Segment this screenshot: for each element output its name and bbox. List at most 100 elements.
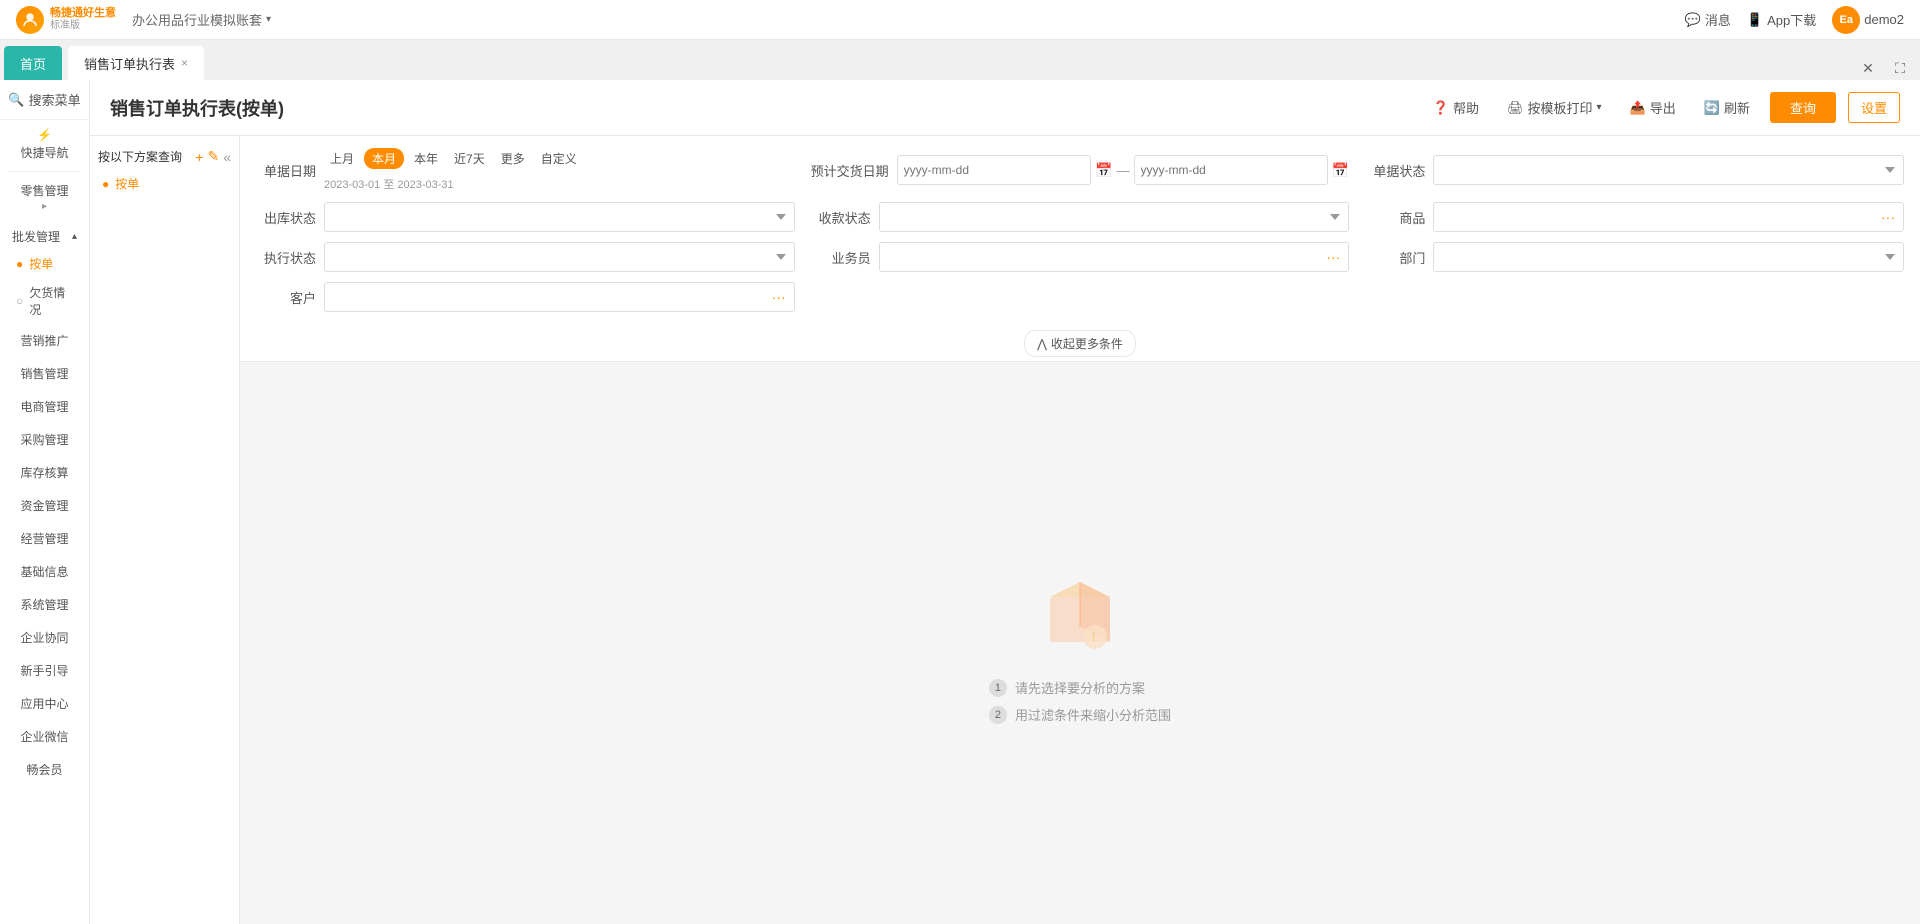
customer-input[interactable]: ··· [324,282,795,312]
exec-status-label: 执行状态 [256,248,316,267]
query-button[interactable]: 查询 [1770,92,1836,123]
exec-status-select[interactable] [324,242,795,272]
outbound-status-select[interactable] [324,202,795,232]
help-button[interactable]: ❓ 帮助 [1425,94,1487,121]
print-button[interactable]: 🖨 按模板打印 ▾ [1499,94,1610,121]
scheme-panel-header: 按以下方案查询 + ✎ « [90,144,239,169]
sidebar-divider-1 [8,171,81,172]
date-tab-this-month[interactable]: 本月 [364,148,404,169]
export-button[interactable]: 📤 导出 [1622,94,1684,121]
sidebar-item-marketing[interactable]: 营销推广 [0,324,89,357]
message-button[interactable]: 💬 消息 [1685,10,1731,29]
filter-group-sales-rep: 业务员 ··· [811,242,1350,272]
sub-item-icon: ○ [16,294,23,308]
top-bar-left: 畅捷通好生意 标准版 办公用品行业模拟账套 ▾ [16,6,279,34]
sidebar-item-sales[interactable]: 销售管理 [0,357,89,390]
app-selector[interactable]: 办公用品行业模拟账套 ▾ [124,10,279,29]
top-bar: 畅捷通好生意 标准版 办公用品行业模拟账套 ▾ 💬 消息 📱 App下载 Ea … [0,0,1920,40]
tab-bar: 首页 销售订单执行表 × ✕ ⛶ [0,40,1920,80]
sales-rep-more-icon[interactable]: ··· [1326,249,1340,265]
filter-group-order-status: 单据状态 [1365,155,1904,185]
sidebar-item-member[interactable]: 畅会员 [0,753,89,786]
sidebar-item-ecommerce[interactable]: 电商管理 [0,390,89,423]
sidebar-item-appstore[interactable]: 应用中心 [0,687,89,720]
order-status-label: 单据状态 [1365,161,1425,180]
download-icon: 📱 [1747,12,1763,28]
sidebar-item-system[interactable]: 系统管理 [0,588,89,621]
close-tab-button[interactable]: ✕ [1856,56,1880,80]
logo-area: 畅捷通好生意 标准版 [16,6,116,34]
empty-tips: 1 请先选择要分析的方案 2 用过滤条件来缩小分析范围 [989,678,1171,724]
help-icon: ❓ [1433,100,1449,116]
collapse-scheme-button[interactable]: « [223,149,231,165]
scheme-active-icon: ● [102,177,109,191]
sidebar-item-newbie[interactable]: 新手引导 [0,654,89,687]
maximize-button[interactable]: ⛶ [1888,56,1912,80]
filter-group-goods: 商品 ··· [1365,202,1904,232]
main-layout: 🔍 搜索菜单 ⚡ 快捷导航 零售管理 ▸ 批发管理 ▴ ● 按单 ○ 欠货情况 … [0,80,1920,924]
scheme-item-by-order[interactable]: ● 按单 [90,169,239,198]
date-tab-this-year[interactable]: 本年 [408,148,444,169]
filter-group-exec-status: 执行状态 [256,242,795,272]
logo-text: 畅捷通好生意 标准版 [50,7,116,32]
tip-num-1: 1 [989,679,1007,697]
app-download-button[interactable]: 📱 App下载 [1747,10,1816,29]
payment-status-select[interactable] [879,202,1350,232]
goods-input-container[interactable]: ··· [1433,202,1904,232]
filter-group-date: 单据日期 上月 本月 本年 近7天 更多 自定义 20 [256,148,795,192]
dept-label: 部门 [1365,248,1425,267]
sales-order-exec-label: 销售订单执行表 [84,54,175,73]
date-tab-last-month[interactable]: 上月 [324,148,360,169]
order-status-select[interactable] [1433,155,1904,185]
calendar-to-icon[interactable]: 📅 [1332,162,1349,179]
add-scheme-button[interactable]: + [195,149,203,165]
sidebar-shortcut[interactable]: ⚡ 快捷导航 [0,120,89,169]
sidebar-sub-debt[interactable]: ○ 欠货情况 [0,278,89,324]
date-tab-more[interactable]: 更多 [495,148,531,169]
sidebar-sub-pushorder[interactable]: ● 按单 [0,249,89,278]
sidebar-group-wholesale[interactable]: 批发管理 ▴ [0,220,89,249]
sales-rep-label: 业务员 [811,248,871,267]
expected-date-from-input[interactable] [897,155,1091,185]
tab-sales-order-exec[interactable]: 销售订单执行表 × [68,46,204,80]
date-tab-custom[interactable]: 自定义 [535,148,583,169]
logo-icon [16,6,44,34]
sidebar-item-enterprise[interactable]: 企业协同 [0,621,89,654]
sidebar-search[interactable]: 🔍 搜索菜单 [0,80,89,120]
sidebar-item-basic[interactable]: 基础信息 [0,555,89,588]
expected-date-to-input[interactable] [1134,155,1328,185]
sidebar-item-inventory[interactable]: 库存核算 [0,456,89,489]
top-bar-right: 💬 消息 📱 App下载 Ea demo2 [1685,6,1904,34]
sidebar-item-operations[interactable]: 经营管理 [0,522,89,555]
goods-more-icon[interactable]: ··· [1881,209,1895,225]
empty-tip-2: 2 用过滤条件来缩小分析范围 [989,705,1171,724]
customer-more-icon[interactable]: ··· [772,289,786,305]
sidebar-item-enterprise-wechat[interactable]: 企业微信 [0,720,89,753]
svg-text:!: ! [1092,630,1095,644]
home-tab-label: 首页 [20,54,46,73]
sidebar-item-retail[interactable]: 零售管理 ▸ [0,174,89,220]
sales-rep-input[interactable]: ··· [879,242,1350,272]
refresh-button[interactable]: 🔄 刷新 [1696,94,1758,121]
sidebar-item-finance[interactable]: 资金管理 [0,489,89,522]
collapse-button[interactable]: ⋀ 收起更多条件 [1024,330,1136,357]
filter-row-2: 出库状态 收款状态 商品 [256,202,1904,232]
user-menu[interactable]: Ea demo2 [1832,6,1904,34]
tab-home[interactable]: 首页 [4,46,62,80]
chevron-right-icon: ▸ [42,201,47,212]
expected-date-label: 预计交货日期 [811,161,889,180]
print-chevron-icon: ▾ [1597,102,1602,113]
date-label: 单据日期 [256,161,316,180]
date-tab-7days[interactable]: 近7天 [448,148,491,169]
edit-scheme-button[interactable]: ✎ [207,148,219,165]
filter-group-payment: 收款状态 [811,202,1350,232]
settings-button[interactable]: 设置 [1848,92,1900,123]
dept-select[interactable] [1433,242,1904,272]
sidebar-item-purchase[interactable]: 采购管理 [0,423,89,456]
chevron-down-icon: ▾ [266,14,271,25]
close-tab-icon[interactable]: × [181,56,188,70]
calendar-from-icon[interactable]: 📅 [1095,162,1112,179]
filter-group-customer: 客户 ··· [256,282,795,312]
page-title: 销售订单执行表(按单) [110,95,284,121]
empty-illustration: ! [1030,562,1130,662]
